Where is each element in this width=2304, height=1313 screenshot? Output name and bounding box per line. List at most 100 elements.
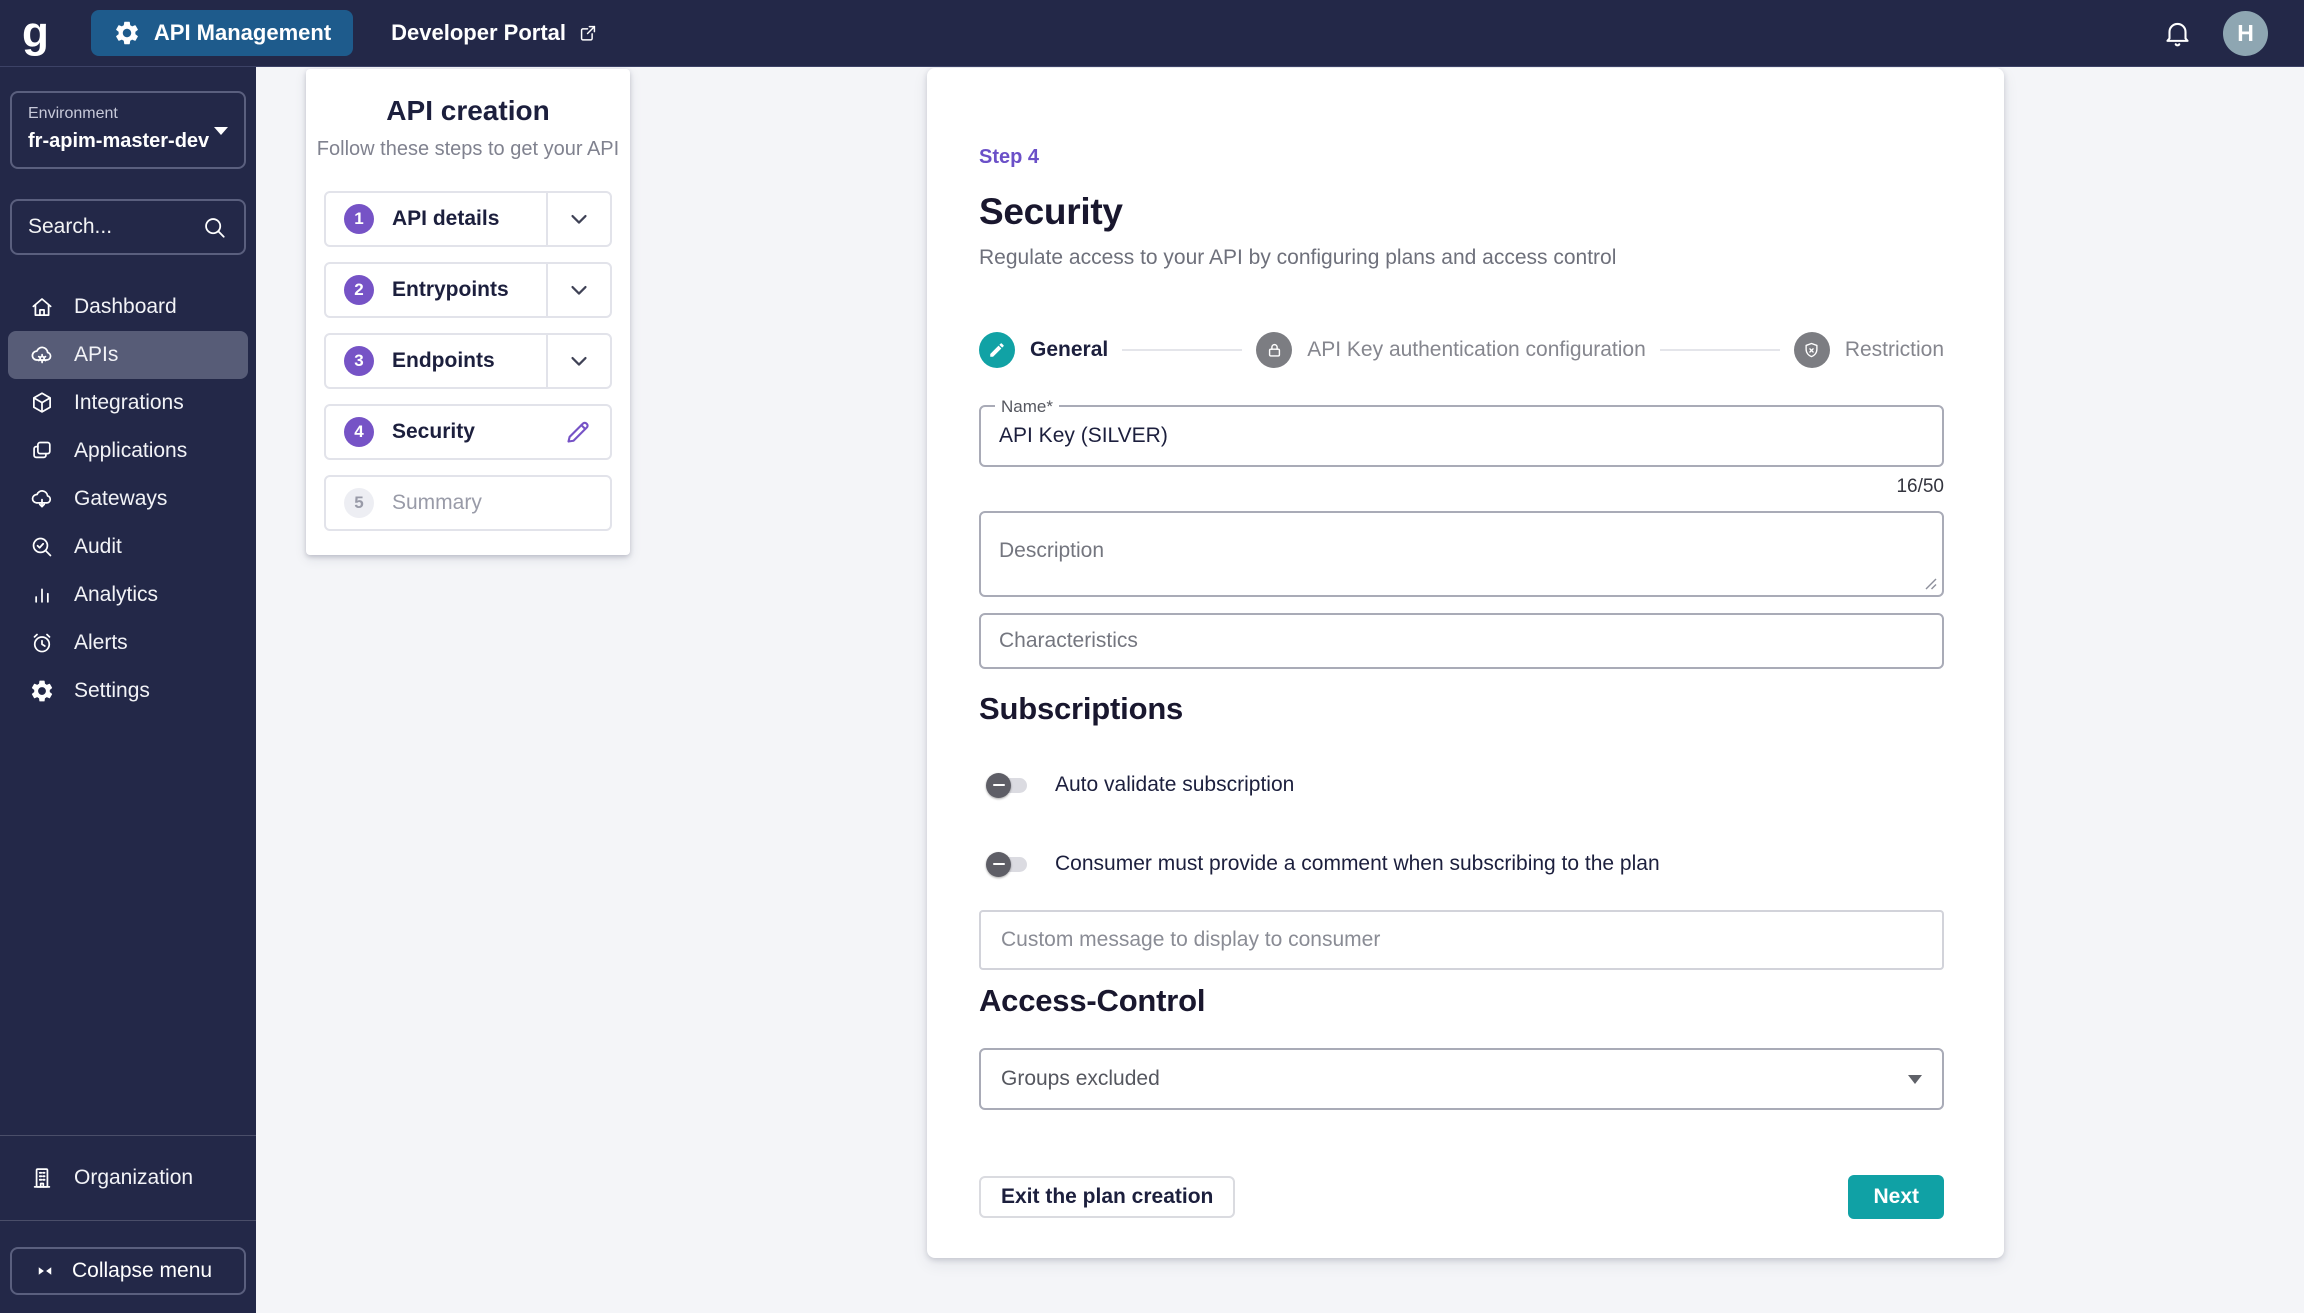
name-field: Name* [979, 397, 1944, 467]
sidebar-item-integrations[interactable]: Integrations [8, 379, 248, 427]
page-subtitle: Regulate access to your API by configuri… [979, 246, 1617, 269]
gear-badge-icon [113, 19, 141, 47]
stepper-general[interactable]: General [979, 332, 1108, 368]
step-number-badge: 5 [344, 488, 374, 518]
plan-stepper: General API Key authentication configura… [979, 332, 1944, 368]
collapse-menu-label: Collapse menu [72, 1259, 213, 1282]
sidebar-item-label: Integrations [74, 391, 184, 414]
edit-step-button[interactable] [546, 406, 610, 458]
description-field [979, 511, 1944, 597]
lock-icon [1256, 332, 1293, 368]
next-button[interactable]: Next [1848, 1175, 1944, 1219]
toggle-thumb [986, 851, 1011, 877]
notifications-button[interactable] [2162, 18, 2193, 49]
sidebar-item-label: Analytics [74, 583, 159, 606]
resize-handle-icon[interactable] [1923, 576, 1937, 590]
alarm-icon [29, 630, 55, 656]
wizard-step-api-details[interactable]: 1 API details [324, 191, 612, 247]
gravitee-logo[interactable]: g [22, 11, 49, 55]
step-indicator: Step 4 [979, 146, 1040, 168]
subscriptions-heading: Subscriptions [979, 691, 1184, 726]
stepper-connector [1659, 349, 1780, 351]
sidebar-item-label: Alerts [74, 631, 128, 654]
step-label: API details [392, 207, 500, 230]
sidebar-item-applications[interactable]: Applications [8, 427, 248, 475]
step-number-badge: 4 [344, 417, 374, 447]
developer-portal-label: Developer Portal [391, 20, 566, 45]
step-number-badge: 2 [344, 275, 374, 305]
sidebar-item-label: Dashboard [74, 295, 177, 318]
applications-icon [29, 438, 55, 464]
gear-icon [29, 678, 55, 704]
toggle-thumb [986, 772, 1011, 798]
sidebar-item-apis[interactable]: APIs [8, 331, 248, 379]
api-management-label: API Management [153, 20, 332, 45]
stepper-label: Restriction [1844, 338, 1945, 361]
custom-message-field [979, 910, 1944, 970]
environment-selector[interactable]: Environment fr-apim-master-dev [10, 91, 246, 169]
expand-step-button[interactable] [546, 335, 610, 387]
bar-chart-icon [29, 582, 55, 608]
sidebar-item-dashboard[interactable]: Dashboard [8, 283, 248, 331]
auto-validate-toggle[interactable] [986, 772, 1027, 798]
pencil-icon [563, 417, 593, 447]
step-label: Entrypoints [392, 278, 509, 301]
sidebar-item-audit[interactable]: Audit [8, 523, 248, 571]
name-field-label: Name* [995, 397, 1059, 417]
name-input[interactable] [981, 407, 1942, 465]
wizard-step-summary: 5 Summary [324, 475, 612, 531]
stepper-api-key-config[interactable]: API Key authentication configuration [1256, 332, 1646, 368]
description-textarea[interactable] [981, 513, 1942, 595]
characteristics-input[interactable] [981, 615, 1942, 667]
chevron-down-icon [566, 206, 592, 232]
page-title: Security [979, 191, 1123, 232]
chevron-down-icon [566, 348, 592, 374]
stepper-label: General [1030, 338, 1109, 361]
step-label: Summary [392, 491, 482, 514]
sidebar-search [10, 199, 246, 255]
sidebar: Environment fr-apim-master-dev Dashboard… [0, 67, 256, 1313]
expand-step-button[interactable] [546, 264, 610, 316]
user-avatar[interactable]: H [2223, 10, 2268, 56]
access-control-heading: Access-Control [979, 983, 1206, 1018]
auto-validate-toggle-row: Auto validate subscription [986, 772, 1944, 798]
wizard-steps: 1 API details 2 Entrypoints 3 Endpoints [324, 191, 612, 531]
sidebar-item-label: Organization [74, 1166, 194, 1189]
expand-step-button[interactable] [546, 193, 610, 245]
custom-message-input[interactable] [981, 912, 1942, 968]
sidebar-item-analytics[interactable]: Analytics [8, 571, 248, 619]
search-input[interactable] [28, 215, 201, 239]
sidebar-item-organization[interactable]: Organization [0, 1136, 256, 1220]
divider [0, 1220, 256, 1221]
sidebar-item-gateways[interactable]: Gateways [8, 475, 248, 523]
collapse-menu-button[interactable]: Collapse menu [10, 1247, 246, 1295]
wizard-step-entrypoints[interactable]: 2 Entrypoints [324, 262, 612, 318]
sidebar-item-label: Gateways [74, 487, 168, 510]
stepper-restriction[interactable]: Restriction [1793, 332, 1945, 368]
comment-required-toggle[interactable] [986, 851, 1027, 877]
bell-icon [2162, 18, 2193, 49]
wizard-title: API creation [386, 95, 550, 126]
cloud-gear-icon [29, 342, 55, 368]
shield-icon [1793, 332, 1830, 368]
groups-excluded-select[interactable]: Groups excluded [979, 1048, 1944, 1110]
step-label: Security [392, 420, 475, 443]
sidebar-item-alerts[interactable]: Alerts [8, 619, 248, 667]
sidebar-nav: Dashboard APIs Integrations Applications… [0, 283, 256, 715]
sidebar-item-label: Audit [74, 535, 122, 558]
api-management-button[interactable]: API Management [90, 10, 354, 56]
sidebar-item-settings[interactable]: Settings [8, 667, 248, 715]
exit-plan-creation-button[interactable]: Exit the plan creation [979, 1176, 1236, 1218]
external-link-icon [577, 22, 599, 44]
developer-portal-link[interactable]: Developer Portal [391, 20, 599, 46]
groups-excluded-label: Groups excluded [1001, 1067, 1160, 1090]
wizard-step-endpoints[interactable]: 3 Endpoints [324, 333, 612, 389]
search-icon [201, 214, 228, 241]
stepper-connector [1122, 349, 1243, 351]
audit-search-icon [29, 534, 55, 560]
step-number-badge: 3 [344, 346, 374, 376]
cube-icon [29, 390, 55, 416]
home-icon [29, 294, 55, 320]
chevron-down-icon [566, 277, 592, 303]
wizard-step-security[interactable]: 4 Security [324, 404, 612, 460]
